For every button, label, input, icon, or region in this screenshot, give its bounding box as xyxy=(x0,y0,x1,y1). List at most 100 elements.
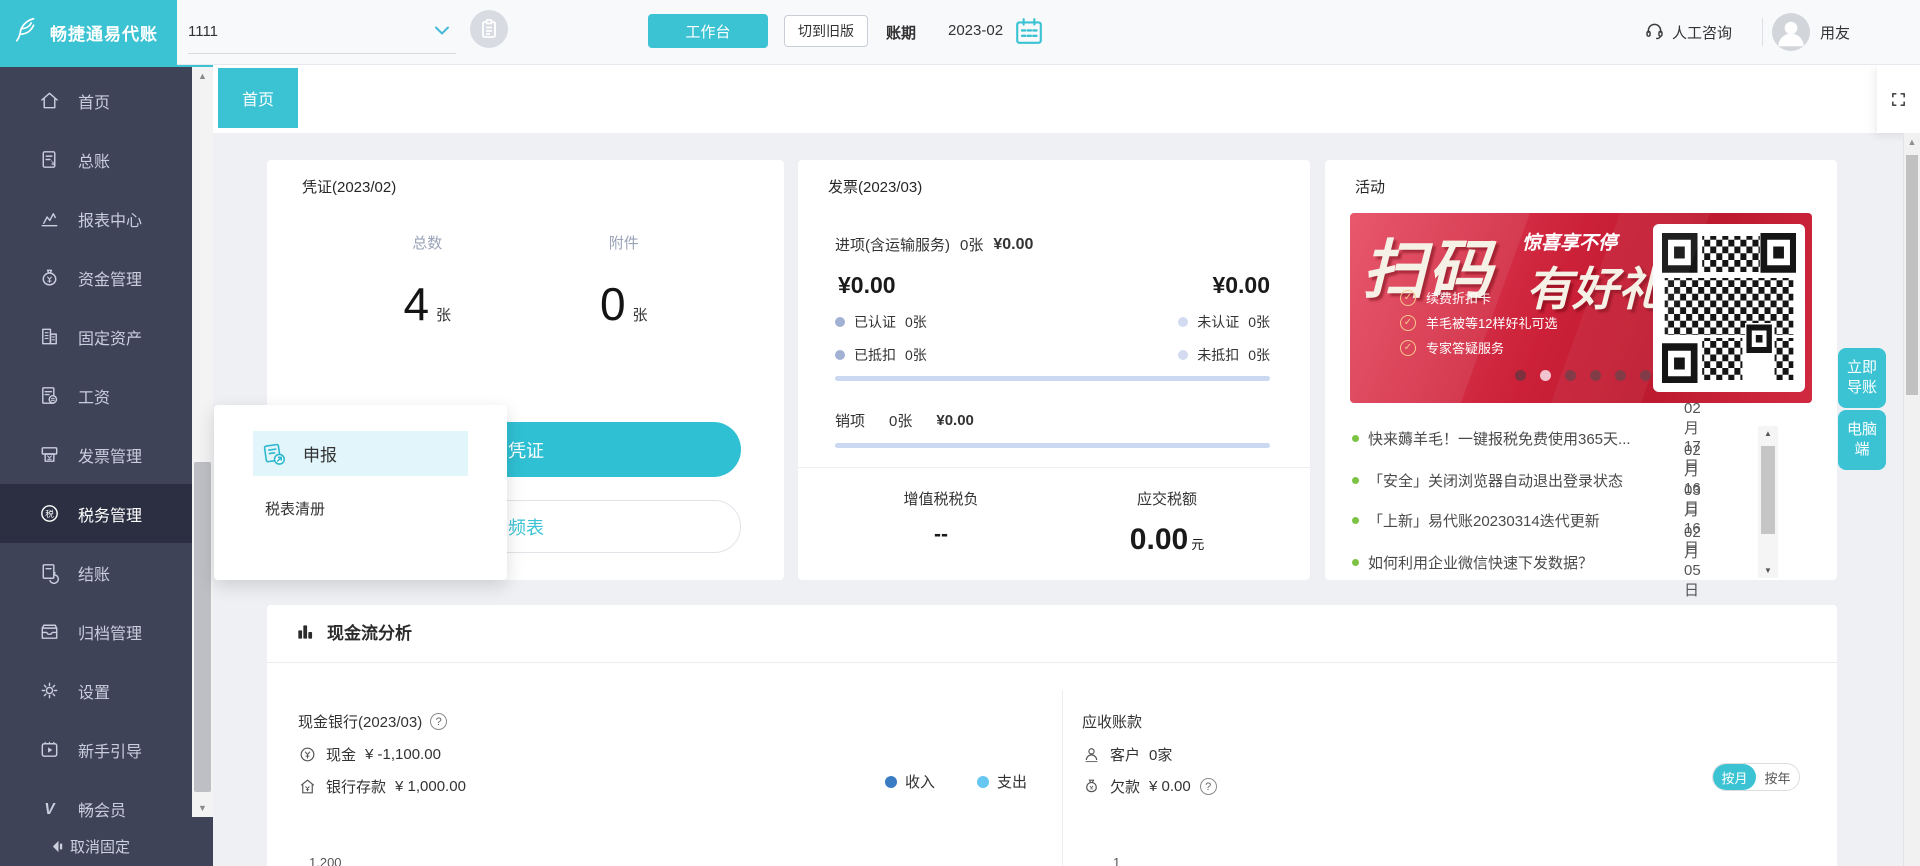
calendar-icon[interactable] xyxy=(1014,16,1044,48)
declare-icon xyxy=(263,443,285,465)
scroll-up-icon[interactable]: ▲ xyxy=(192,71,213,81)
row-label: 客户 xyxy=(1110,747,1141,764)
sidebar-item-tax[interactable]: 税 税务管理 xyxy=(0,484,192,543)
status-count: 0张 xyxy=(1248,347,1270,363)
footer-value: -- xyxy=(934,523,948,546)
chevron-down-icon xyxy=(434,23,450,40)
expense-dot xyxy=(977,775,990,788)
sidebar-item-closing[interactable]: 结账 xyxy=(0,543,192,602)
app-logo: 畅捷通易代账 xyxy=(0,0,177,65)
promo-banner[interactable]: 扫码 惊喜享不停 有好礼 ✓ 续费折扣卡 ✓ 羊毛被等12样好礼可选 ✓ 专家答疑服务 xyxy=(1350,213,1812,403)
news-item[interactable]: 快来薅羊毛！一键报税免费使用365天... 02月17日 xyxy=(1352,400,1701,475)
carousel-dot[interactable] xyxy=(1515,370,1526,381)
scroll-down-icon[interactable]: ▼ xyxy=(1758,566,1778,575)
svg-text:V: V xyxy=(44,801,56,818)
page-scrollbar-thumb[interactable] xyxy=(1906,155,1918,395)
sidebar-item-report-center[interactable]: 报表中心 xyxy=(0,189,192,248)
pc-client-button[interactable]: 电脑端 xyxy=(1838,410,1886,470)
stat-value: 0 xyxy=(599,278,626,330)
sidebar-item-invoices[interactable]: 发票管理 xyxy=(0,425,192,484)
sidebar-scrollbar-thumb[interactable] xyxy=(194,462,211,792)
period-value[interactable]: 2023-02 xyxy=(948,22,1003,39)
row-value: ¥ 1,000.00 xyxy=(395,778,466,795)
stat-unit: 张 xyxy=(632,307,648,324)
status-label: 未认证 xyxy=(1197,314,1240,330)
news-bullet-icon xyxy=(1352,558,1359,566)
invoice-divider xyxy=(798,467,1310,468)
sidebar-item-funds[interactable]: 资金管理 xyxy=(0,248,192,307)
input-amount: ¥0.00 xyxy=(993,235,1034,253)
banner-bullets: ✓ 续费折扣卡 ✓ 羊毛被等12样好礼可选 ✓ 专家答疑服务 xyxy=(1400,285,1557,360)
notepad-icon[interactable] xyxy=(470,10,508,48)
carousel-dot[interactable] xyxy=(1590,370,1601,381)
scroll-down-icon[interactable]: ▼ xyxy=(192,803,213,813)
switch-old-version-button[interactable]: 切到旧版 xyxy=(784,15,868,47)
banner-bullet: 羊毛被等12样好礼可选 xyxy=(1426,316,1558,331)
workbench-button[interactable]: 工作台 xyxy=(648,14,768,48)
sidebar-item-settings[interactable]: 设置 xyxy=(0,661,192,720)
sidebar-item-archive[interactable]: 归档管理 xyxy=(0,602,192,661)
cashflow-divider xyxy=(267,662,1837,663)
news-scrollbar-thumb[interactable] xyxy=(1761,446,1775,534)
sidebar-item-payroll[interactable]: 工资 xyxy=(0,366,192,425)
unpin-sidebar-button[interactable]: 取消固定 xyxy=(50,836,130,857)
human-support-button[interactable]: 人工咨询 xyxy=(1644,20,1732,45)
status-count: 0张 xyxy=(1248,314,1270,330)
news-item[interactable]: 「上新」易代账20230314迭代更新 03月16日 xyxy=(1352,482,1701,557)
right-axis-label: 1 xyxy=(1113,855,1121,866)
page-scrollbar[interactable]: ▲ xyxy=(1903,133,1920,866)
help-icon[interactable]: ? xyxy=(1199,778,1217,795)
unpin-label: 取消固定 xyxy=(70,839,131,856)
stat-label: 总数 xyxy=(412,235,443,252)
tab-home[interactable]: 首页 xyxy=(218,68,298,128)
toggle-yearly[interactable]: 按年 xyxy=(1756,764,1799,790)
news-item[interactable]: 如何利用企业微信快速下发数据？ 02月05日 xyxy=(1352,524,1701,599)
cash-row: 现金 ¥ -1,100.00 xyxy=(298,744,441,765)
account-selector-value: 1111 xyxy=(188,23,219,40)
voucher-stat-attachments: 附件 0张 xyxy=(526,232,723,331)
undeducted-dot xyxy=(1178,350,1189,360)
help-icon[interactable]: ? xyxy=(430,713,448,730)
news-item[interactable]: 「安全」关闭浏览器自动退出登录状态 02月16日 xyxy=(1352,442,1701,517)
scroll-up-icon[interactable]: ▲ xyxy=(1904,137,1920,147)
carousel-dot[interactable] xyxy=(1640,370,1651,381)
news-scrollbar[interactable]: ▲ ▼ xyxy=(1758,426,1778,578)
toggle-monthly[interactable]: 按月 xyxy=(1713,764,1756,790)
cash-yuan-icon xyxy=(300,747,315,762)
check-icon: ✓ xyxy=(1400,289,1416,306)
bank-icon xyxy=(300,779,315,794)
carousel-dot[interactable] xyxy=(1615,370,1626,381)
carousel-dot-active[interactable] xyxy=(1540,370,1551,381)
output-label: 销项 xyxy=(835,413,866,430)
carousel-dot[interactable] xyxy=(1565,370,1576,381)
sidebar-menu: 首页 ¥ 总账 报表中心 资金管理 固定资产 工资 发票管理 税 税务管理 结账… xyxy=(0,67,213,838)
sidebar-scrollbar[interactable]: ▲ ▼ xyxy=(192,67,213,817)
sidebar-item-guide[interactable]: 新手引导 xyxy=(0,720,192,779)
sidebar-item-general-ledger[interactable]: ¥ 总账 xyxy=(0,130,192,189)
fullscreen-button[interactable] xyxy=(1877,65,1920,133)
row-value: ¥ 0.00 xyxy=(1149,778,1191,795)
voucher-stat-total: 总数 4张 xyxy=(329,232,526,331)
username[interactable]: 用友 xyxy=(1820,22,1850,43)
avatar[interactable] xyxy=(1772,13,1810,51)
submenu-item-tax-list[interactable]: 税表清册 xyxy=(265,498,325,519)
period-toggle: 按月 按年 xyxy=(1712,763,1800,791)
sidebar-item-fixed-assets[interactable]: 固定资产 xyxy=(0,307,192,366)
chart-legend: 收入 支出 xyxy=(885,771,1027,792)
period-label: 账期 xyxy=(886,25,917,42)
vat-burden: 增值税税负 -- xyxy=(828,488,1054,557)
customer-row: 客户 0家 xyxy=(1082,744,1172,765)
account-selector[interactable]: 1111 xyxy=(188,10,456,54)
scroll-up-icon[interactable]: ▲ xyxy=(1758,429,1778,438)
cash-bank-subtitle: 现金银行(2023/03) ? xyxy=(298,711,448,732)
input-progress-bar xyxy=(835,376,1270,381)
sidebar-item-home[interactable]: 首页 xyxy=(0,71,192,130)
activity-card-title: 活动 xyxy=(1355,179,1386,196)
invoice-output-line: 销项 0张 ¥0.00 xyxy=(835,410,974,431)
deducted-dot xyxy=(835,350,845,360)
submenu-item-declare[interactable]: 申报 xyxy=(253,431,468,476)
sidebar-item-label: 结账 xyxy=(78,566,111,584)
import-account-button[interactable]: 立即导账 xyxy=(1838,348,1886,408)
activity-card: 活动 扫码 惊喜享不停 有好礼 ✓ 续费折扣卡 ✓ 羊毛被等12样好礼可选 ✓ 专家答… xyxy=(1325,160,1837,599)
sidebar-item-member[interactable]: V 畅会员 xyxy=(0,779,192,838)
